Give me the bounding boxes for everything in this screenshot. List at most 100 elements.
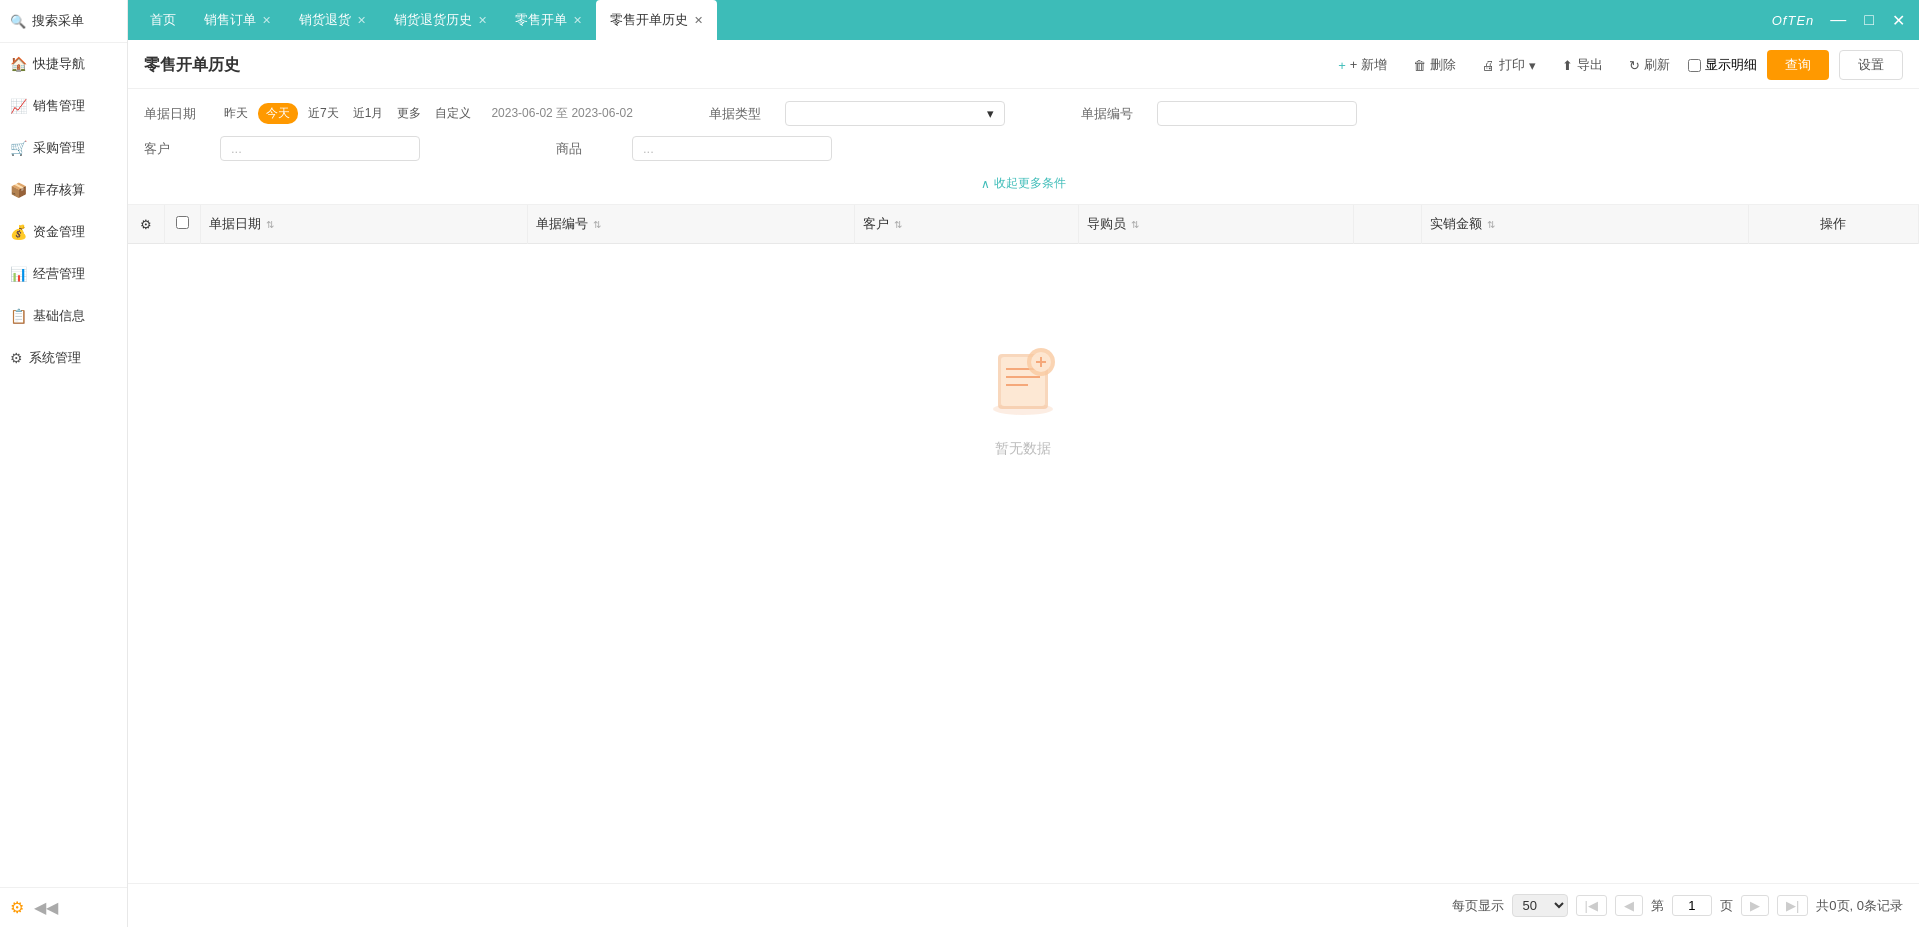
page-header: 零售开单历史 + + 新增 🗑 删除 🖨 打印 ▾ ⬆ 导出 <box>128 40 1919 89</box>
minimize-button[interactable]: — <box>1824 9 1852 31</box>
add-label: + 新增 <box>1350 56 1387 74</box>
doc-no-input[interactable] <box>1157 101 1357 126</box>
info-icon: 📋 <box>10 308 27 324</box>
tab-retail-open-history-label: 零售开单历史 <box>610 11 688 29</box>
setting-button[interactable]: 设置 <box>1839 50 1903 80</box>
next-page-button[interactable]: ▶ <box>1741 895 1769 916</box>
tab-home[interactable]: 首页 <box>136 0 190 40</box>
th-settings[interactable]: ⚙ <box>128 205 164 244</box>
doc-type-select[interactable]: ▾ <box>785 101 1005 126</box>
sidebar-item-finance[interactable]: 💰 资金管理 <box>0 211 127 253</box>
sidebar-item-sales-mgmt[interactable]: 📈 销售管理 <box>0 85 127 127</box>
data-table: ⚙ 单据日期 ⇅ 单据编号 ⇅ 客户 <box>128 205 1919 498</box>
close-window-button[interactable]: ✕ <box>1886 9 1911 32</box>
sidebar-item-inventory[interactable]: 📦 库存核算 <box>0 169 127 211</box>
main-area: 首页 销售订单 ✕ 销货退货 ✕ 销货退货历史 ✕ 零售开单 ✕ 零售开单历史 … <box>128 0 1919 927</box>
sort-salesperson-icon: ⇅ <box>1131 219 1139 230</box>
tab-close-icon[interactable]: ✕ <box>573 14 582 27</box>
search-icon: 🔍 <box>10 14 26 29</box>
tab-sales-return[interactable]: 销货退货 ✕ <box>285 0 380 40</box>
sidebar-item-label: 资金管理 <box>33 223 85 241</box>
query-button[interactable]: 查询 <box>1767 50 1829 80</box>
collapse-label: 收起更多条件 <box>994 175 1066 192</box>
sidebar-item-label: 基础信息 <box>33 307 85 325</box>
maximize-button[interactable]: □ <box>1858 9 1880 31</box>
toolbar: + + 新增 🗑 删除 🖨 打印 ▾ ⬆ 导出 ↻ <box>1330 50 1903 80</box>
per-page-label: 每页显示 <box>1452 897 1504 915</box>
sidebar-search[interactable]: 🔍 搜索采单 <box>0 0 127 43</box>
sidebar-item-purchase-mgmt[interactable]: 🛒 采购管理 <box>0 127 127 169</box>
display-detail-checkbox[interactable] <box>1688 59 1701 72</box>
sidebar-item-sys-mgmt[interactable]: ⚙ 系统管理 <box>0 337 127 379</box>
prev-page-button[interactable]: ◀ <box>1615 895 1643 916</box>
collapse-icon: ∧ <box>981 177 990 191</box>
customer-input[interactable]: ... <box>220 136 420 161</box>
th-salesperson-label: 导购员 <box>1087 216 1126 231</box>
yesterday-btn[interactable]: 昨天 <box>220 103 252 124</box>
box-icon: 📦 <box>10 182 27 198</box>
export-button[interactable]: ⬆ 导出 <box>1554 52 1611 78</box>
tab-retail-open[interactable]: 零售开单 ✕ <box>501 0 596 40</box>
th-date[interactable]: 单据日期 ⇅ <box>200 205 527 244</box>
filter-row-1: 单据日期 昨天 今天 近7天 近1月 更多 自定义 2023-06-02 至 2… <box>144 101 1903 126</box>
product-placeholder: ... <box>643 141 654 156</box>
th-actions-label: 操作 <box>1820 216 1846 231</box>
th-salesperson[interactable]: 导购员 ⇅ <box>1078 205 1354 244</box>
print-label: 打印 <box>1499 56 1525 74</box>
tab-sales-return-history[interactable]: 销货退货历史 ✕ <box>380 0 501 40</box>
tab-home-label: 首页 <box>150 11 176 29</box>
page-number-input[interactable] <box>1672 895 1712 916</box>
sidebar-item-basic-info[interactable]: 📋 基础信息 <box>0 295 127 337</box>
tab-sales-return-label: 销货退货 <box>299 11 351 29</box>
empty-illustration <box>973 324 1073 424</box>
print-button[interactable]: 🖨 打印 ▾ <box>1474 52 1544 78</box>
refresh-icon: ↻ <box>1629 58 1640 73</box>
th-no[interactable]: 单据编号 ⇅ <box>527 205 854 244</box>
per-page-select[interactable]: 50 10 20 100 <box>1512 894 1568 917</box>
select-all-checkbox[interactable] <box>176 216 189 229</box>
tab-close-icon[interactable]: ✕ <box>478 14 487 27</box>
collapse-more-btn[interactable]: ∧ 收起更多条件 <box>144 171 1903 196</box>
export-label: 导出 <box>1577 56 1603 74</box>
doc-no-field[interactable] <box>1168 106 1346 121</box>
delete-label: 删除 <box>1430 56 1456 74</box>
product-input[interactable]: ... <box>632 136 832 161</box>
delete-button[interactable]: 🗑 删除 <box>1405 52 1464 78</box>
empty-text: 暂无数据 <box>995 440 1051 458</box>
tab-sales-return-history-label: 销货退货历史 <box>394 11 472 29</box>
total-info: 共0页, 0条记录 <box>1816 897 1903 915</box>
refresh-button[interactable]: ↻ 刷新 <box>1621 52 1678 78</box>
th-checkbox[interactable] <box>164 205 200 244</box>
tab-close-icon[interactable]: ✕ <box>694 14 703 27</box>
settings-icon[interactable]: ⚙ <box>10 898 24 917</box>
customer-filter-label: 客户 <box>144 140 204 158</box>
today-btn[interactable]: 今天 <box>258 103 298 124</box>
collapse-sidebar-icon[interactable]: ◀◀ <box>34 898 58 917</box>
tab-sales-order[interactable]: 销售订单 ✕ <box>190 0 285 40</box>
tab-close-icon[interactable]: ✕ <box>262 14 271 27</box>
first-page-button[interactable]: |◀ <box>1576 895 1607 916</box>
custom-btn[interactable]: 自定义 <box>431 103 475 124</box>
sidebar-item-label: 库存核算 <box>33 181 85 199</box>
add-button[interactable]: + + 新增 <box>1330 52 1395 78</box>
sidebar-item-label: 快捷导航 <box>33 55 85 73</box>
sidebar-item-operations[interactable]: 📊 经营管理 <box>0 253 127 295</box>
th-spacer <box>1354 205 1421 244</box>
last-page-button[interactable]: ▶| <box>1777 895 1808 916</box>
sidebar-item-label: 采购管理 <box>33 139 85 157</box>
display-detail-toggle[interactable]: 显示明细 <box>1688 56 1757 74</box>
customer-placeholder: ... <box>231 141 242 156</box>
th-amount[interactable]: 实销金额 ⇅ <box>1421 205 1748 244</box>
tab-retail-open-history[interactable]: 零售开单历史 ✕ <box>596 0 717 40</box>
product-filter-label: 商品 <box>556 140 616 158</box>
sidebar-item-quick-nav[interactable]: 🏠 快捷导航 <box>0 43 127 85</box>
th-customer-label: 客户 <box>863 216 889 231</box>
last7-btn[interactable]: 近7天 <box>304 103 343 124</box>
th-customer[interactable]: 客户 ⇅ <box>854 205 1078 244</box>
add-icon: + <box>1338 58 1346 73</box>
sidebar-bottom: ⚙ ◀◀ <box>0 887 127 927</box>
more-btn[interactable]: 更多 <box>393 103 425 124</box>
tab-close-icon[interactable]: ✕ <box>357 14 366 27</box>
last-month-btn[interactable]: 近1月 <box>349 103 388 124</box>
th-date-label: 单据日期 <box>209 216 261 231</box>
